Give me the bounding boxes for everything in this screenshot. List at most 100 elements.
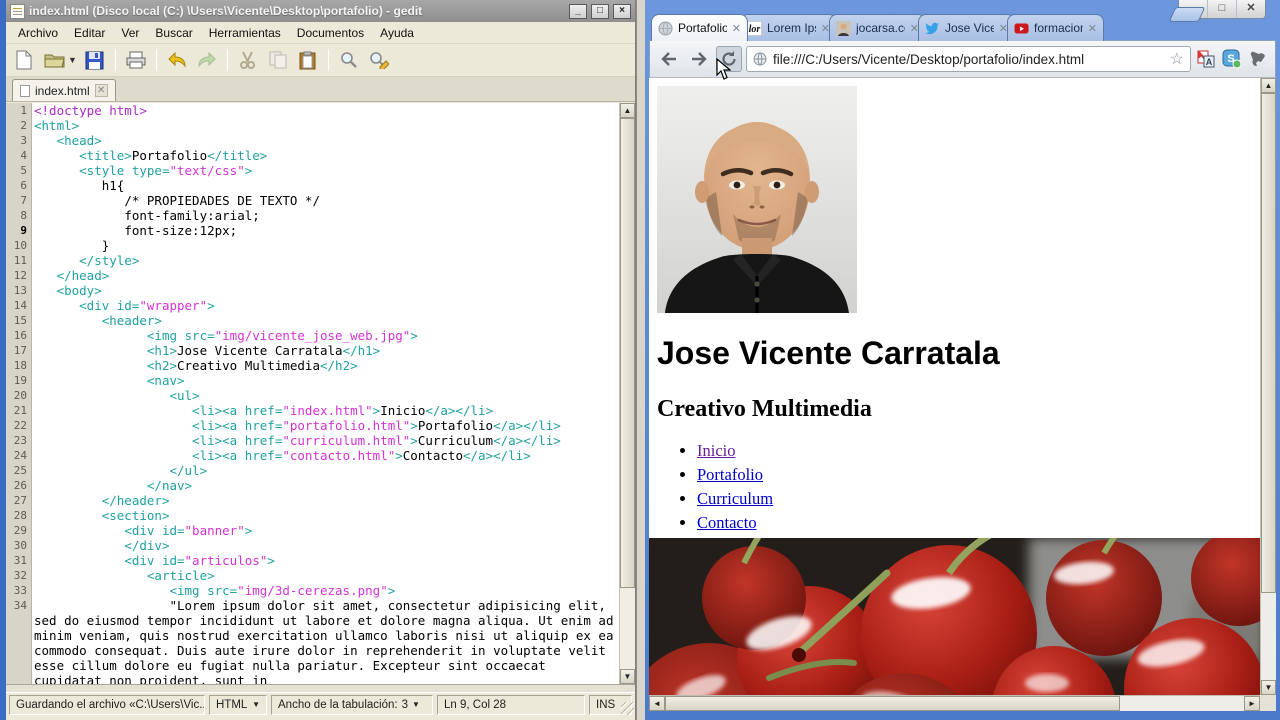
code-text[interactable]: </ul> [32,463,619,478]
code-text[interactable]: <title>Portafolio</title> [32,148,619,163]
code-line[interactable]: 24 <li><a href="contacto.html">Contacto<… [6,448,619,463]
code-line[interactable]: 33 <img src="img/3d-cerezas.png"> [6,583,619,598]
omnibox[interactable]: file:///C:/Users/Vicente/Desktop/portafo… [746,46,1191,72]
code-line[interactable]: 27 </header> [6,493,619,508]
code-line[interactable]: 8 font-family:arial; [6,208,619,223]
menu-item-editar[interactable]: Editar [66,23,113,43]
code-text[interactable]: <img src="img/vicente_jose_web.jpg"> [32,328,619,343]
code-text[interactable]: <h2>Creativo Multimedia</h2> [32,358,619,373]
code-line[interactable]: 20 <ul> [6,388,619,403]
code-text[interactable]: <li><a href="index.html">Inicio</a></li> [32,403,619,418]
code-line[interactable]: 25 </ul> [6,463,619,478]
find-replace-icon[interactable] [367,48,391,72]
code-line[interactable]: 3 <head> [6,133,619,148]
code-line[interactable]: 6 h1{ [6,178,619,193]
code-text[interactable]: /* PROPIEDADES DE TEXTO */ [32,193,619,208]
menu-item-documentos[interactable]: Documentos [289,23,372,43]
wrench-menu-icon[interactable] [1247,48,1269,70]
url-text[interactable]: file:///C:/Users/Vicente/Desktop/portafo… [773,52,1164,67]
code-line[interactable]: 31 <div id="articulos"> [6,553,619,568]
code-line[interactable]: 1 <!doctype html> [6,103,619,118]
bookmark-star-icon[interactable]: ☆ [1170,49,1184,69]
skype-extension-icon[interactable]: S [1221,48,1243,70]
code-text[interactable]: <div id="articulos"> [32,553,619,568]
code-line[interactable]: 4 <title>Portafolio</title> [6,148,619,163]
code-text[interactable]: <section> [32,508,619,523]
code-line[interactable]: 19 <nav> [6,373,619,388]
gedit-tab-index-html[interactable]: index.html ✕ [12,79,116,101]
menu-item-ayuda[interactable]: Ayuda [372,23,422,43]
code-text[interactable]: </header> [32,493,619,508]
page-link-contacto[interactable]: Contacto [697,513,757,532]
scroll-down-icon[interactable]: ▼ [1261,680,1276,695]
code-text[interactable]: <li><a href="curriculum.html">Curriculum… [32,433,619,448]
page-link-curriculum[interactable]: Curriculum [697,489,773,508]
reload-button[interactable] [716,46,742,72]
browser-tab-formacioni[interactable]: formacioni ✕ [1007,14,1104,41]
menu-item-buscar[interactable]: Buscar [147,23,200,43]
code-text[interactable]: <div id="wrapper"> [32,298,619,313]
tab-close-icon[interactable]: ✕ [732,22,741,35]
code-line[interactable]: 22 <li><a href="portafolio.html">Portafo… [6,418,619,433]
code-line[interactable]: 7 /* PROPIEDADES DE TEXTO */ [6,193,619,208]
code-text[interactable]: <li><a href="portafolio.html">Portafolio… [32,418,619,433]
gedit-titlebar[interactable]: index.html (Disco local (C:) \Users\Vice… [6,0,635,22]
scroll-right-icon[interactable]: ► [1244,696,1260,711]
gedit-horizontal-scrollbar[interactable] [6,684,635,692]
page-link-portafolio[interactable]: Portafolio [697,465,763,484]
scroll-up-icon[interactable]: ▲ [620,103,635,118]
code-text[interactable]: <nav> [32,373,619,388]
code-line[interactable]: 5 <style type="text/css"> [6,163,619,178]
undo-icon[interactable] [165,48,189,72]
code-text[interactable]: <ul> [32,388,619,403]
code-editor[interactable]: 1 <!doctype html> 2 <html> 3 <head> 4 <title>… [6,103,619,684]
code-line[interactable]: 34 "Lorem ipsum dolor sit amet, consecte… [6,598,619,684]
code-text[interactable]: <!doctype html> [32,103,619,118]
code-line[interactable]: 17 <h1>Jose Vicente Carratala</h1> [6,343,619,358]
code-text[interactable]: <body> [32,283,619,298]
code-text[interactable]: h1{ [32,178,619,193]
code-line[interactable]: 16 <img src="img/vicente_jose_web.jpg"> [6,328,619,343]
scroll-down-icon[interactable]: ▼ [620,669,635,684]
code-text[interactable]: <h1>Jose Vicente Carratala</h1> [32,343,619,358]
code-line[interactable]: 2 <html> [6,118,619,133]
code-text[interactable]: <style type="text/css"> [32,163,619,178]
new-document-icon[interactable] [12,48,36,72]
copy-icon[interactable] [266,48,290,72]
code-line[interactable]: 15 <header> [6,313,619,328]
browser-tab-lorem-ipsu[interactable]: lorLorem Ipsu✕ [740,14,837,41]
code-text[interactable]: </style> [32,253,619,268]
scroll-left-icon[interactable]: ◄ [649,696,665,711]
code-line[interactable]: 21 <li><a href="index.html">Inicio</a></… [6,403,619,418]
code-line[interactable]: 28 <section> [6,508,619,523]
code-text[interactable]: <article> [32,568,619,583]
resize-grip[interactable] [621,702,634,715]
code-line[interactable]: 12 </head> [6,268,619,283]
scrollbar-track[interactable] [1261,593,1276,680]
language-combobox[interactable]: HTML ▼ [209,694,267,715]
tab-close-icon[interactable]: ✕ [94,84,108,97]
code-text[interactable]: font-size:12px; [32,223,619,238]
code-text[interactable]: </head> [32,268,619,283]
code-line[interactable]: 30 </div> [6,538,619,553]
code-text[interactable]: "Lorem ipsum dolor sit amet, consectetur… [32,598,619,684]
code-line[interactable]: 29 <div id="banner"> [6,523,619,538]
code-text[interactable]: <div id="banner"> [32,523,619,538]
translate-extension-icon[interactable]: A [1195,48,1217,70]
code-text[interactable]: <head> [32,133,619,148]
code-line[interactable]: 14 <div id="wrapper"> [6,298,619,313]
scrollbar-track[interactable] [1120,696,1244,711]
save-icon[interactable] [83,48,107,72]
menu-item-ver[interactable]: Ver [113,23,147,43]
scrollbar-thumb[interactable] [620,118,635,588]
code-text[interactable]: } [32,238,619,253]
print-icon[interactable] [124,48,148,72]
back-button[interactable] [656,46,682,72]
scroll-up-icon[interactable]: ▲ [1261,78,1276,93]
redo-icon[interactable] [195,48,219,72]
code-text[interactable]: font-family:arial; [32,208,619,223]
paste-icon[interactable] [296,48,320,72]
code-text[interactable]: </nav> [32,478,619,493]
code-line[interactable]: 10 } [6,238,619,253]
gedit-minimize-button[interactable]: _ [569,3,587,19]
